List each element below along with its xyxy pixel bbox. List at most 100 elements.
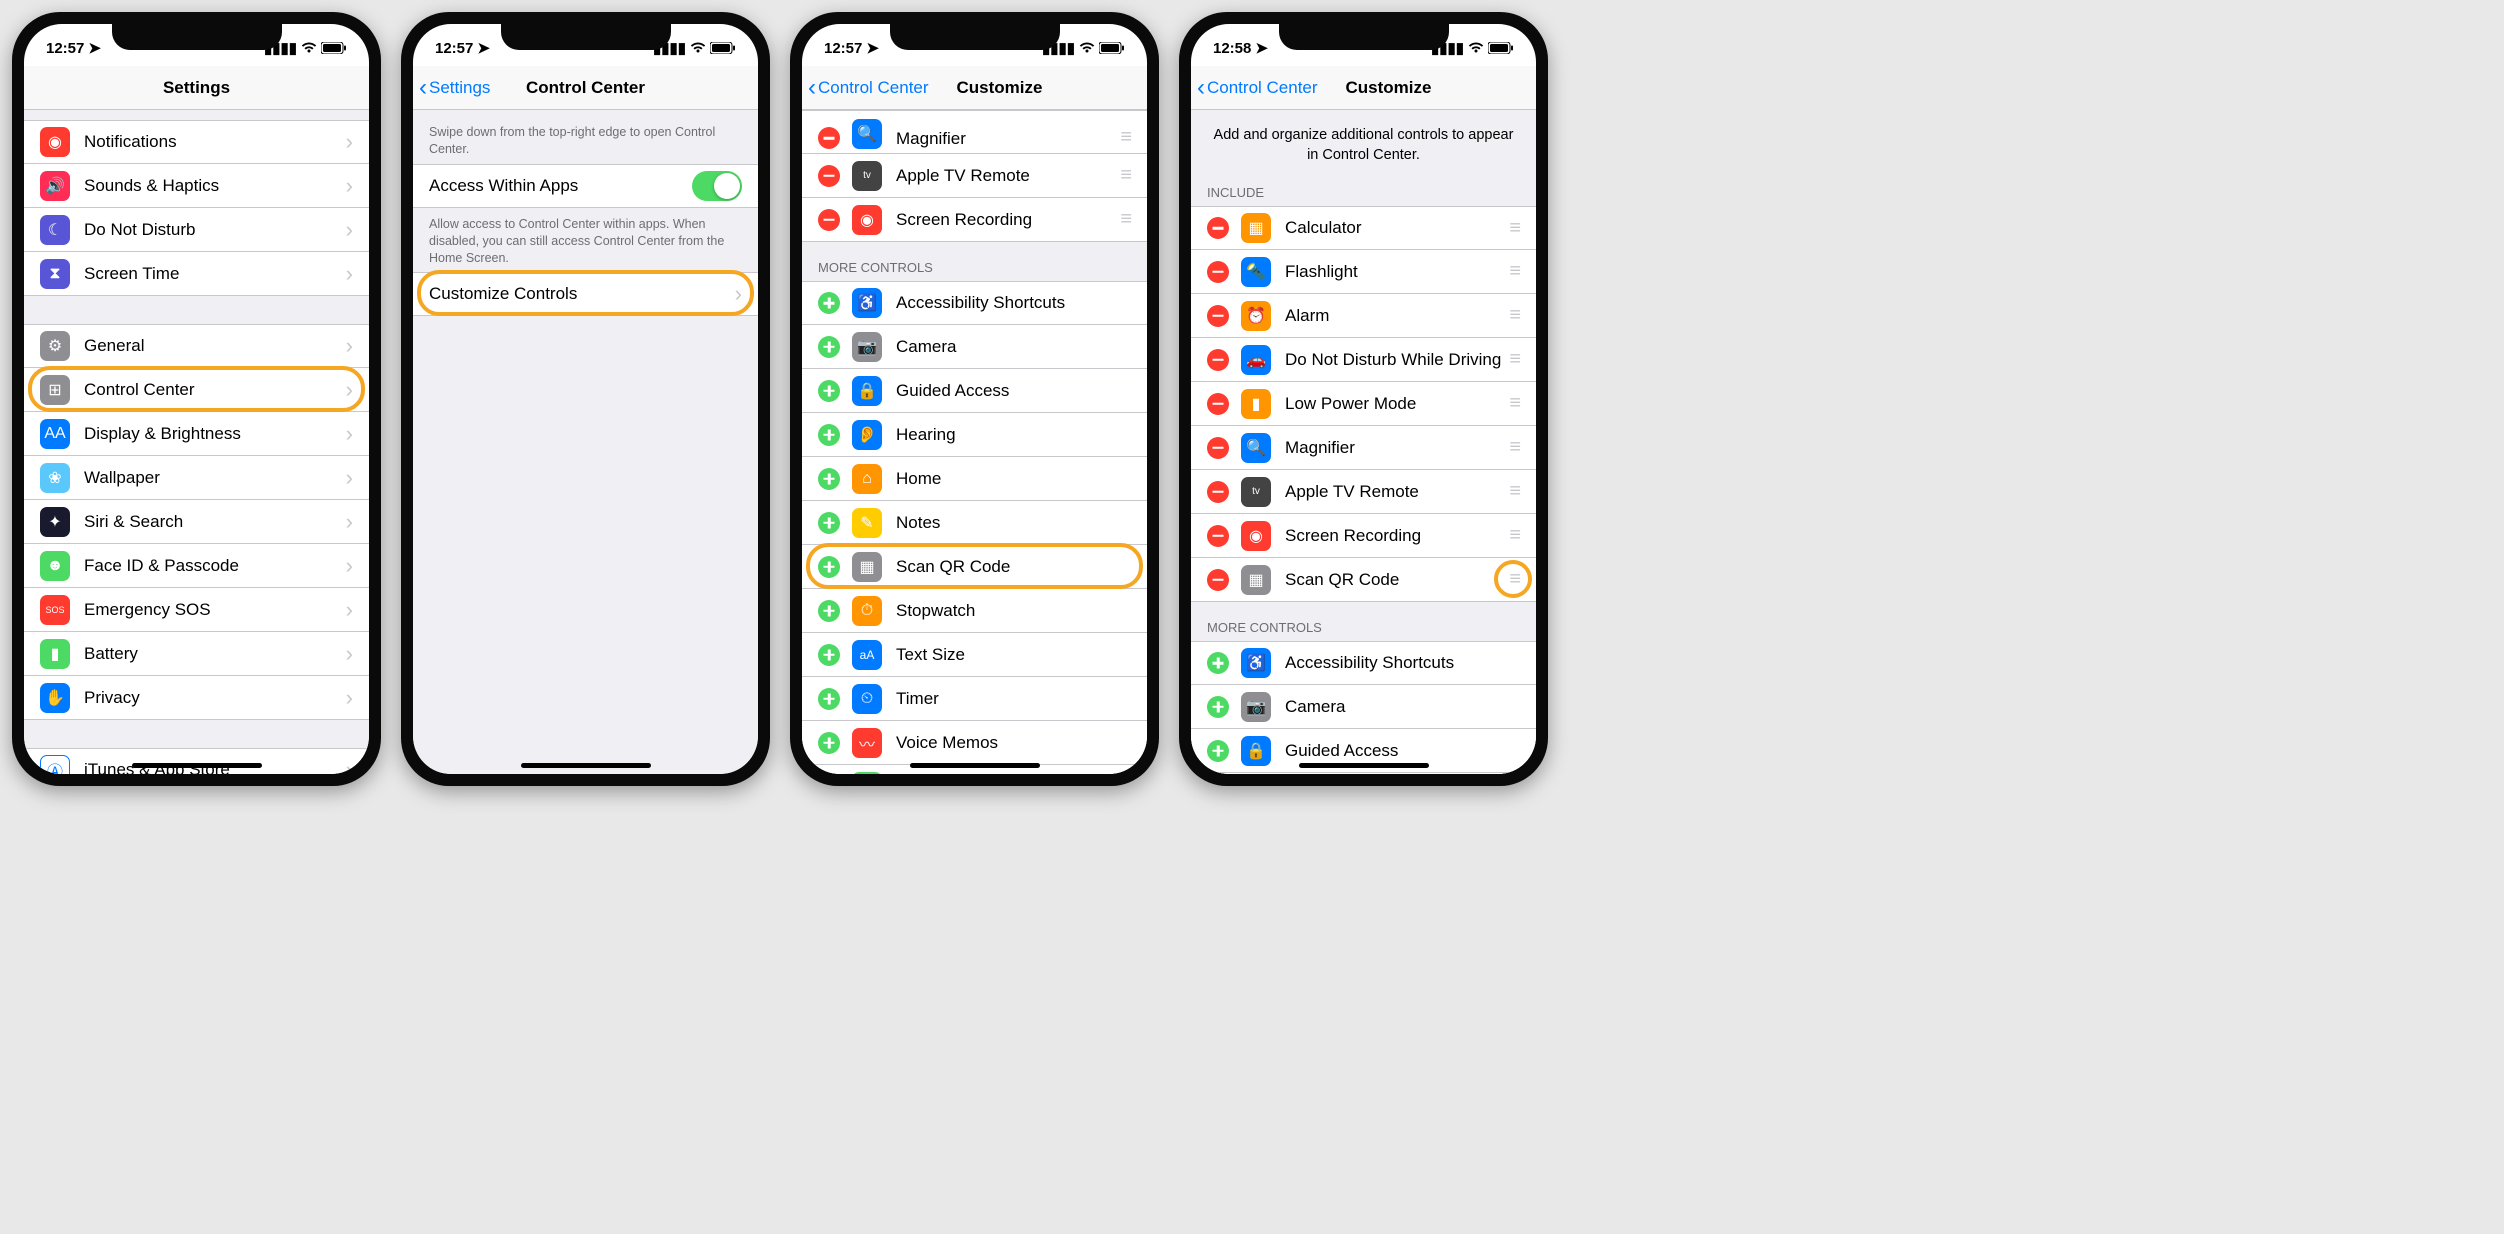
add-button[interactable] xyxy=(818,468,840,490)
add-button[interactable] xyxy=(1207,740,1229,762)
drag-handle-icon[interactable]: ≡ xyxy=(1120,126,1131,149)
add-button[interactable] xyxy=(818,644,840,666)
remove-button[interactable] xyxy=(1207,305,1229,327)
more-row[interactable]: ♿ Accessibility Shortcuts xyxy=(1191,641,1536,685)
more-row[interactable]: ⏱ Stopwatch xyxy=(802,589,1147,633)
add-button[interactable] xyxy=(1207,652,1229,674)
more-row[interactable]: ▦ Scan QR Code xyxy=(802,545,1147,589)
add-button[interactable] xyxy=(818,380,840,402)
more-row[interactable]: ✎ Notes xyxy=(802,501,1147,545)
add-button[interactable] xyxy=(818,600,840,622)
include-row[interactable]: ⏰ Alarm ≡ xyxy=(1191,294,1536,338)
more-row[interactable]: aA Text Size xyxy=(802,633,1147,677)
more-row[interactable]: ⏲ Timer xyxy=(802,677,1147,721)
settings-row[interactable]: ◉ Notifications › xyxy=(24,120,369,164)
more-row[interactable]: ♿ Accessibility Shortcuts xyxy=(802,281,1147,325)
chevron-right-icon: › xyxy=(346,421,353,447)
remove-button[interactable] xyxy=(818,209,840,231)
back-button[interactable]: ‹ Control Center xyxy=(802,76,929,100)
drag-handle-icon[interactable]: ≡ xyxy=(1509,480,1520,503)
include-row[interactable]: 🚗 Do Not Disturb While Driving ≡ xyxy=(1191,338,1536,382)
settings-row[interactable]: ☻ Face ID & Passcode › xyxy=(24,544,369,588)
drag-handle-icon[interactable]: ≡ xyxy=(1120,164,1131,187)
remove-button[interactable] xyxy=(1207,349,1229,371)
settings-row[interactable]: 🔊 Sounds & Haptics › xyxy=(24,164,369,208)
back-button[interactable]: ‹ Control Center xyxy=(1191,76,1318,100)
remove-button[interactable] xyxy=(1207,569,1229,591)
remove-button[interactable] xyxy=(1207,261,1229,283)
include-row[interactable]: ◉ Screen Recording ≡ xyxy=(1191,514,1536,558)
settings-row[interactable]: ☾ Do Not Disturb › xyxy=(24,208,369,252)
drag-handle-icon[interactable]: ≡ xyxy=(1509,217,1520,240)
remove-button[interactable] xyxy=(1207,481,1229,503)
more-row[interactable]: 📷 Camera xyxy=(1191,685,1536,729)
include-row[interactable]: ▦ Calculator ≡ xyxy=(1191,206,1536,250)
cell-label: Screen Recording xyxy=(1285,526,1421,546)
add-button[interactable] xyxy=(818,424,840,446)
remove-button[interactable] xyxy=(1207,525,1229,547)
more-row[interactable]: ⌂ Home xyxy=(802,457,1147,501)
access-within-apps-switch[interactable] xyxy=(692,171,742,201)
remove-button[interactable] xyxy=(1207,437,1229,459)
add-button[interactable] xyxy=(818,336,840,358)
settings-row[interactable]: ⚙ General › xyxy=(24,324,369,368)
drag-handle-icon[interactable]: ≡ xyxy=(1509,524,1520,547)
more-row[interactable]: 🔒 Guided Access xyxy=(802,369,1147,413)
add-button[interactable] xyxy=(818,292,840,314)
chevron-right-icon: › xyxy=(346,509,353,535)
add-button[interactable] xyxy=(1207,696,1229,718)
settings-row[interactable]: ✋ Privacy › xyxy=(24,676,369,720)
include-row[interactable]: ▦ Scan QR Code ≡ xyxy=(1191,558,1536,602)
access-within-apps-row[interactable]: Access Within Apps xyxy=(413,164,758,208)
include-row[interactable]: ▮ Low Power Mode ≡ xyxy=(1191,382,1536,426)
remove-button[interactable] xyxy=(818,165,840,187)
settings-row[interactable]: Ⓐ iTunes & App Store › xyxy=(24,748,369,774)
include-row[interactable]: 🔍 Magnifier ≡ xyxy=(1191,426,1536,470)
cell-label: Control Center xyxy=(84,380,195,400)
drag-handle-icon[interactable]: ≡ xyxy=(1509,304,1520,327)
more-row[interactable]: 📷 Camera xyxy=(802,325,1147,369)
home-indicator[interactable] xyxy=(1299,763,1429,768)
drag-handle-icon[interactable]: ≡ xyxy=(1120,208,1131,231)
settings-row[interactable]: ✦ Siri & Search › xyxy=(24,500,369,544)
more-row[interactable]: 〰 Voice Memos xyxy=(802,721,1147,765)
control-center-settings[interactable]: Swipe down from the top-right edge to op… xyxy=(413,110,758,774)
drag-handle-icon[interactable]: ≡ xyxy=(1509,568,1520,591)
home-indicator[interactable] xyxy=(910,763,1040,768)
home-indicator[interactable] xyxy=(521,763,651,768)
row-icon: tv xyxy=(852,161,882,191)
include-row[interactable]: tv Apple TV Remote ≡ xyxy=(1191,470,1536,514)
back-button[interactable]: ‹ Settings xyxy=(413,76,490,100)
drag-handle-icon[interactable]: ≡ xyxy=(1509,436,1520,459)
add-button[interactable] xyxy=(818,512,840,534)
more-row[interactable]: 👂 Hearing xyxy=(1191,773,1536,774)
settings-row[interactable]: AA Display & Brightness › xyxy=(24,412,369,456)
add-button[interactable] xyxy=(818,556,840,578)
settings-row[interactable]: ❀ Wallpaper › xyxy=(24,456,369,500)
settings-row[interactable]: ▮ Battery › xyxy=(24,632,369,676)
home-indicator[interactable] xyxy=(132,763,262,768)
settings-row[interactable]: ⊞ Control Center › xyxy=(24,368,369,412)
drag-handle-icon[interactable]: ≡ xyxy=(1509,392,1520,415)
include-row[interactable]: tv Apple TV Remote ≡ xyxy=(802,154,1147,198)
settings-row[interactable]: SOS Emergency SOS › xyxy=(24,588,369,632)
remove-button[interactable] xyxy=(818,127,840,149)
cell-label: Home xyxy=(896,469,941,489)
include-row[interactable]: 🔦 Flashlight ≡ xyxy=(1191,250,1536,294)
include-row[interactable]: 🔍 Magnifier ≡ xyxy=(802,110,1147,154)
drag-handle-icon[interactable]: ≡ xyxy=(1509,348,1520,371)
settings-row[interactable]: ⧗ Screen Time › xyxy=(24,252,369,296)
add-button[interactable] xyxy=(818,732,840,754)
phone-1: 12:57 ➤ ▮▮▮▮ Settings ◉ Notifications › xyxy=(12,12,381,786)
remove-button[interactable] xyxy=(1207,217,1229,239)
remove-button[interactable] xyxy=(1207,393,1229,415)
row-icon: 🔊 xyxy=(40,171,70,201)
drag-handle-icon[interactable]: ≡ xyxy=(1509,260,1520,283)
settings-list[interactable]: ◉ Notifications › 🔊 Sounds & Haptics › ☾… xyxy=(24,110,369,774)
include-row[interactable]: ◉ Screen Recording ≡ xyxy=(802,198,1147,242)
customize-list[interactable]: Add and organize additional controls to … xyxy=(1191,110,1536,774)
more-row[interactable]: 👂 Hearing xyxy=(802,413,1147,457)
customize-list[interactable]: 🔍 Magnifier ≡ tv Apple TV Remote ≡ ◉ Scr… xyxy=(802,110,1147,774)
customize-controls-row[interactable]: Customize Controls › xyxy=(413,272,758,316)
add-button[interactable] xyxy=(818,688,840,710)
